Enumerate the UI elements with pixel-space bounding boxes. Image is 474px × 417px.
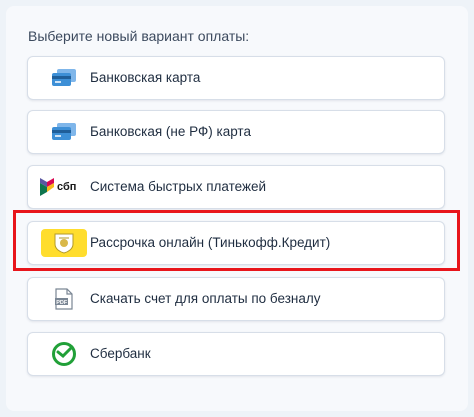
sbp-logo-text: сбп [57, 181, 77, 193]
option-tinkoff-credit[interactable]: Рассрочка онлайн (Тинькофф.Кредит) [27, 221, 445, 265]
payment-heading: Выберите новый вариант оплаты: [28, 28, 250, 44]
option-invoice-pdf[interactable]: PDF Скачать счет для оплаты по безналу [27, 277, 445, 321]
option-label: Система быстрых платежей [90, 179, 267, 194]
option-bank-card[interactable]: Банковская карта [27, 56, 445, 100]
pdf-icon-text: PDF [56, 300, 68, 306]
sbp-logo-icon: сбп [38, 172, 92, 202]
tinkoff-logo-icon [38, 228, 90, 258]
option-label: Рассрочка онлайн (Тинькофф.Кредит) [90, 235, 331, 250]
option-label: Скачать счет для оплаты по безналу [90, 291, 321, 306]
option-label: Сбербанк [90, 346, 151, 361]
option-bank-card-foreign[interactable]: Банковская (не РФ) карта [27, 110, 445, 154]
option-label: Банковская карта [90, 70, 201, 85]
option-label: Банковская (не РФ) карта [90, 124, 251, 139]
card-icon [38, 63, 90, 93]
card-icon [38, 117, 90, 147]
option-sberbank[interactable]: Сбербанк [27, 332, 445, 376]
pdf-icon: PDF [38, 284, 90, 314]
sberbank-logo-icon [38, 339, 90, 369]
option-sbp[interactable]: сбп Система быстрых платежей [27, 165, 445, 209]
